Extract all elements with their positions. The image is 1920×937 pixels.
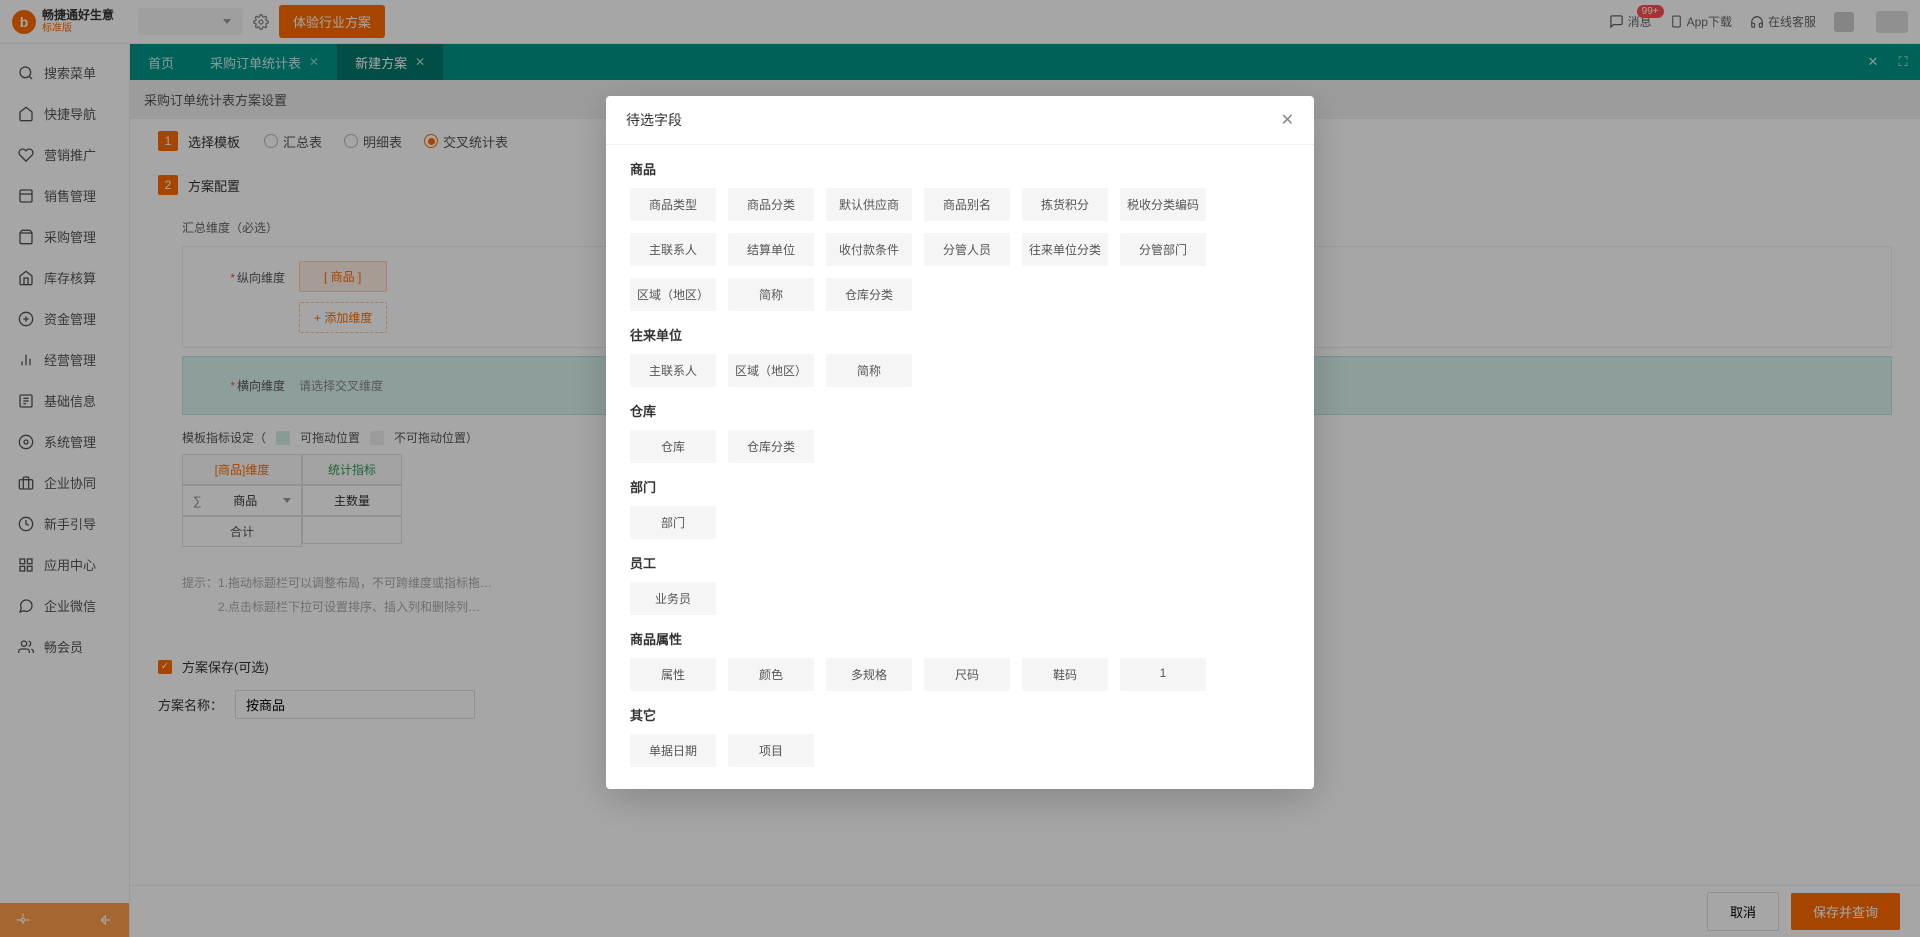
field-chip[interactable]: 分管部门 bbox=[1120, 233, 1206, 266]
field-group-4: 员工业务员 bbox=[630, 553, 1290, 615]
field-chip[interactable]: 简称 bbox=[826, 354, 912, 387]
field-group-title: 部门 bbox=[630, 477, 1290, 496]
field-group-title: 仓库 bbox=[630, 401, 1290, 420]
field-group-title: 商品 bbox=[630, 159, 1290, 178]
field-group-6: 其它单据日期项目 bbox=[630, 705, 1290, 767]
field-chip[interactable]: 属性 bbox=[630, 658, 716, 691]
field-chip[interactable]: 部门 bbox=[630, 506, 716, 539]
field-chip[interactable]: 拣货积分 bbox=[1022, 188, 1108, 221]
field-group-title: 往来单位 bbox=[630, 325, 1290, 344]
field-group-3: 部门部门 bbox=[630, 477, 1290, 539]
field-chip[interactable]: 项目 bbox=[728, 734, 814, 767]
field-group-title: 其它 bbox=[630, 705, 1290, 724]
field-group-title: 商品属性 bbox=[630, 629, 1290, 648]
field-chip[interactable]: 颜色 bbox=[728, 658, 814, 691]
field-chip[interactable]: 仓库分类 bbox=[826, 278, 912, 311]
field-chip[interactable]: 多规格 bbox=[826, 658, 912, 691]
field-selector-modal: 待选字段 ✕ 商品商品类型商品分类默认供应商商品别名拣货积分税收分类编码主联系人… bbox=[606, 96, 1314, 789]
field-group-5: 商品属性属性颜色多规格尺码鞋码 1 bbox=[630, 629, 1290, 691]
field-chip[interactable]: 仓库 bbox=[630, 430, 716, 463]
field-chip[interactable]: 单据日期 bbox=[630, 734, 716, 767]
close-icon[interactable]: ✕ bbox=[1281, 110, 1294, 130]
field-chip[interactable]: 仓库分类 bbox=[728, 430, 814, 463]
field-group-title: 员工 bbox=[630, 553, 1290, 572]
field-chip[interactable]: 默认供应商 bbox=[826, 188, 912, 221]
field-group-2: 仓库仓库仓库分类 bbox=[630, 401, 1290, 463]
field-group-1: 往来单位主联系人区域（地区） 简称 bbox=[630, 325, 1290, 387]
field-chip[interactable]: 主联系人 bbox=[630, 233, 716, 266]
modal-title: 待选字段 bbox=[626, 110, 682, 130]
field-chip[interactable]: 商品分类 bbox=[728, 188, 814, 221]
field-chip[interactable]: 商品类型 bbox=[630, 188, 716, 221]
field-chip[interactable]: 往来单位分类 bbox=[1022, 233, 1108, 266]
field-chip[interactable]: 1 bbox=[1120, 658, 1206, 691]
field-chip[interactable]: 结算单位 bbox=[728, 233, 814, 266]
field-chip[interactable]: 分管人员 bbox=[924, 233, 1010, 266]
field-group-0: 商品商品类型商品分类默认供应商商品别名拣货积分税收分类编码主联系人结算单位收付款… bbox=[630, 159, 1290, 311]
field-chip[interactable]: 主联系人 bbox=[630, 354, 716, 387]
field-chip[interactable]: 尺码 bbox=[924, 658, 1010, 691]
field-chip[interactable]: 收付款条件 bbox=[826, 233, 912, 266]
field-chip[interactable]: 简称 bbox=[728, 278, 814, 311]
field-chip[interactable]: 区域（地区） bbox=[630, 278, 716, 311]
modal-overlay[interactable]: 待选字段 ✕ 商品商品类型商品分类默认供应商商品别名拣货积分税收分类编码主联系人… bbox=[0, 0, 1920, 937]
field-chip[interactable]: 商品别名 bbox=[924, 188, 1010, 221]
field-chip[interactable]: 业务员 bbox=[630, 582, 716, 615]
field-chip[interactable]: 区域（地区） bbox=[728, 354, 814, 387]
field-chip[interactable]: 鞋码 bbox=[1022, 658, 1108, 691]
field-chip[interactable]: 税收分类编码 bbox=[1120, 188, 1206, 221]
